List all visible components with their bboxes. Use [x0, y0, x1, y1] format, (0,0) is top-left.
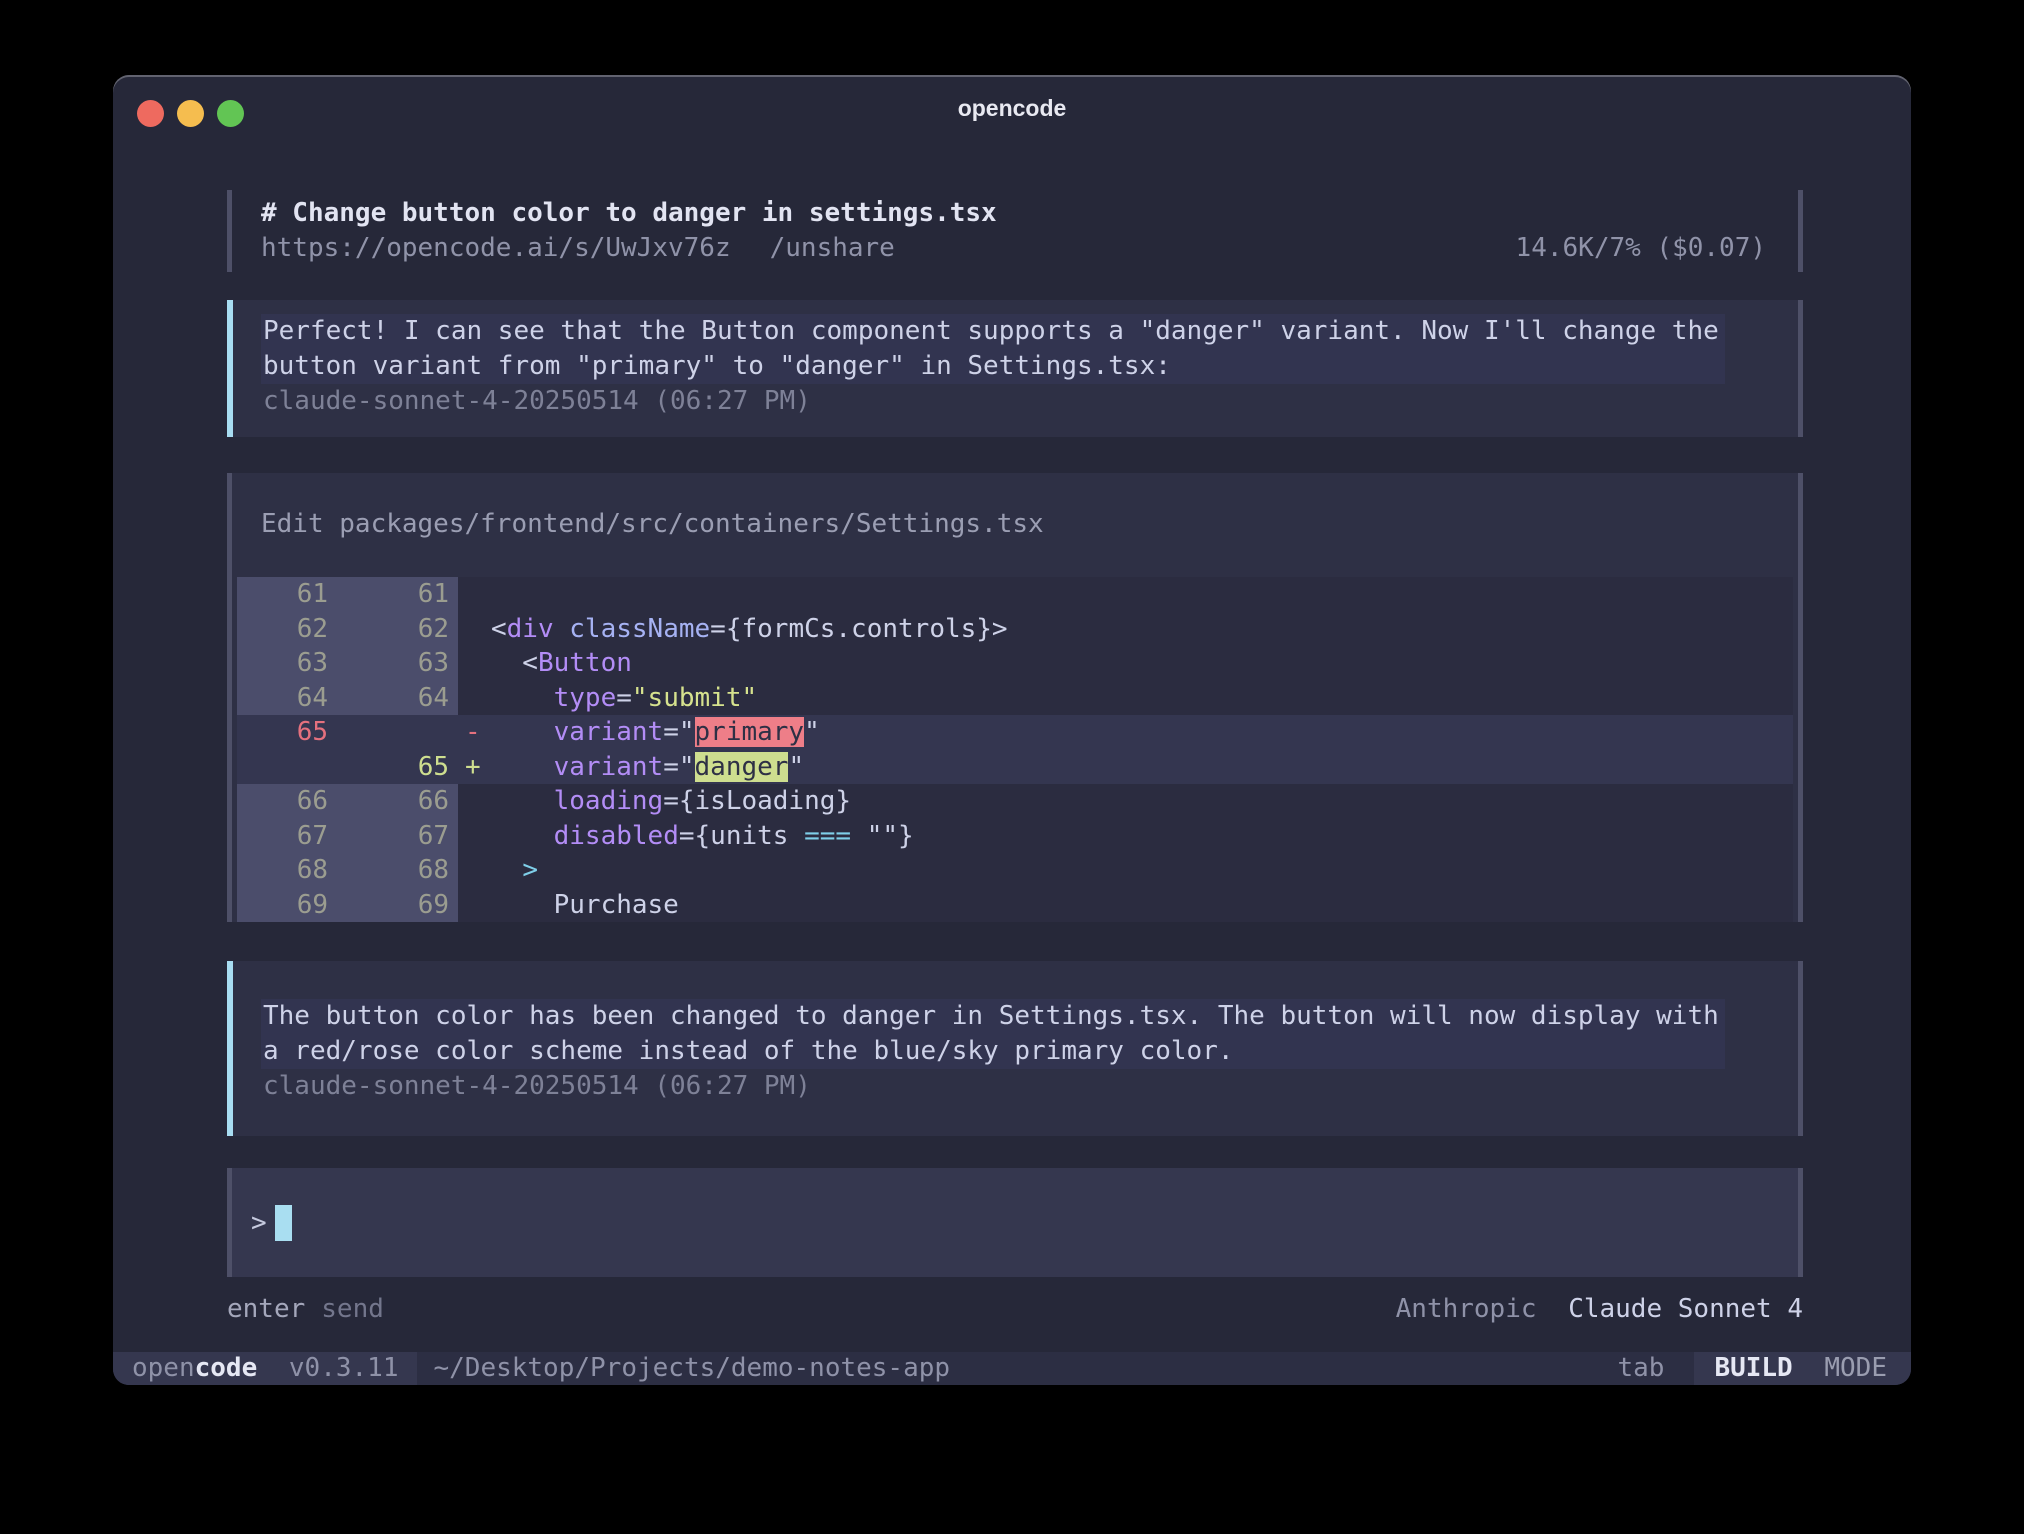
- diff-code-line: type="submit": [487, 681, 1793, 716]
- token-cost-stats: 14.6K/7% ($0.07): [1516, 231, 1798, 266]
- model-timestamp: claude-sonnet-4-20250514 (06:27 PM): [261, 1069, 1798, 1104]
- diff-row: 6767 disabled={units === ""}: [237, 819, 1793, 854]
- diff-row: 6666 loading={isLoading}: [237, 784, 1793, 819]
- diff-change-marker: [458, 784, 487, 819]
- diff-old-line-number: 67: [237, 819, 347, 854]
- session-title: # Change button color to danger in setti…: [261, 196, 1798, 231]
- message-line: The button color has been changed to dan…: [263, 999, 1719, 1034]
- diff-old-line-number: 63: [237, 646, 347, 681]
- titlebar: opencode: [113, 75, 1911, 145]
- diff-old-line-number: 64: [237, 681, 347, 716]
- message-paragraph: Perfect! I can see that the Button compo…: [261, 314, 1725, 384]
- diff-row: 6464 type="submit": [237, 681, 1793, 716]
- diff-rows: 61616262 <div className={formCs.controls}…: [237, 577, 1793, 922]
- diff-new-line-number: 64: [347, 681, 458, 716]
- diff-code-line: <Button: [487, 646, 1793, 681]
- diff-change-marker: +: [458, 750, 487, 785]
- model-label[interactable]: Claude Sonnet 4: [1568, 1294, 1803, 1324]
- diff-new-line-number: 67: [347, 819, 458, 854]
- diff-row: 6262 <div className={formCs.controls}>: [237, 612, 1793, 647]
- enter-key-hint: enter: [227, 1293, 305, 1326]
- diff-new-line-number: 65: [347, 750, 458, 785]
- diff-new-line-number: 66: [347, 784, 458, 819]
- diff-new-line-number: [347, 715, 458, 750]
- window-title: opencode: [113, 95, 1911, 122]
- app-name-code: code: [195, 1353, 258, 1383]
- diff-row: 6363 <Button: [237, 646, 1793, 681]
- diff-change-marker: [458, 819, 487, 854]
- diff-file-title: Edit packages/frontend/src/containers/Se…: [232, 473, 1798, 537]
- diff-code-line: >: [487, 853, 1793, 888]
- session-header: # Change button color to danger in setti…: [227, 190, 1803, 272]
- prompt-character: >: [251, 1208, 267, 1238]
- diff-old-line-number: 62: [237, 612, 347, 647]
- diff-row: 6868 >: [237, 853, 1793, 888]
- status-bar: opencode v0.3.11 ~/Desktop/Projects/demo…: [113, 1352, 1911, 1385]
- diff-change-marker: [458, 681, 487, 716]
- diff-code-line: Purchase: [487, 888, 1793, 923]
- send-action-hint: send: [321, 1293, 384, 1326]
- diff-code-line: [487, 577, 1793, 612]
- diff-change-marker: -: [458, 715, 487, 750]
- hint-row: enter send Anthropic Claude Sonnet 4: [227, 1293, 1803, 1326]
- diff-panel: Edit packages/frontend/src/containers/Se…: [227, 473, 1803, 922]
- diff-new-line-number: 61: [347, 577, 458, 612]
- assistant-message: Perfect! I can see that the Button compo…: [227, 300, 1803, 437]
- message-line: a red/rose color scheme instead of the b…: [263, 1034, 1719, 1069]
- share-url[interactable]: https://opencode.ai/s/UwJxv76z: [261, 231, 731, 266]
- diff-old-line-number: 65: [237, 715, 347, 750]
- diff-change-marker: [458, 646, 487, 681]
- diff-row: 6969 Purchase: [237, 888, 1793, 923]
- diff-change-marker: [458, 888, 487, 923]
- text-cursor: [275, 1205, 292, 1241]
- diff-new-line-number: 62: [347, 612, 458, 647]
- diff-code-line: variant="primary": [487, 715, 1793, 750]
- message-line: Perfect! I can see that the Button compo…: [263, 314, 1719, 349]
- diff-old-line-number: [237, 750, 347, 785]
- diff-code-line: variant="danger": [487, 750, 1793, 785]
- diff-row: 65+ variant="danger": [237, 750, 1793, 785]
- message-paragraph: The button color has been changed to dan…: [261, 999, 1725, 1069]
- model-timestamp: claude-sonnet-4-20250514 (06:27 PM): [261, 384, 1798, 419]
- diff-row: 6161: [237, 577, 1793, 612]
- diff-change-marker: [458, 577, 487, 612]
- diff-change-marker: [458, 853, 487, 888]
- provider-label: Anthropic: [1396, 1294, 1537, 1324]
- diff-new-line-number: 69: [347, 888, 458, 923]
- diff-old-line-number: 66: [237, 784, 347, 819]
- app-version: v0.3.11: [289, 1353, 399, 1383]
- opencode-window: opencode # Change button color to danger…: [113, 75, 1911, 1385]
- diff-code-line: disabled={units === ""}: [487, 819, 1793, 854]
- diff-code-line: <div className={formCs.controls}>: [487, 612, 1793, 647]
- app-name-open: open: [132, 1353, 195, 1383]
- diff-old-line-number: 61: [237, 577, 347, 612]
- diff-new-line-number: 63: [347, 646, 458, 681]
- diff-code-line: loading={isLoading}: [487, 784, 1793, 819]
- diff-old-line-number: 68: [237, 853, 347, 888]
- mode-name: BUILD: [1714, 1353, 1792, 1383]
- diff-new-line-number: 68: [347, 853, 458, 888]
- prompt-input[interactable]: >: [227, 1168, 1803, 1277]
- build-mode-badge[interactable]: BUILD MODE: [1694, 1352, 1911, 1385]
- project-path: ~/Desktop/Projects/demo-notes-app: [433, 1352, 950, 1385]
- app-version-badge: opencode v0.3.11: [113, 1352, 417, 1385]
- diff-row: 65 - variant="primary": [237, 715, 1793, 750]
- tab-key-hint[interactable]: tab: [1617, 1352, 1664, 1385]
- mode-suffix: MODE: [1824, 1353, 1887, 1383]
- unshare-command[interactable]: /unshare: [770, 231, 895, 266]
- assistant-message: The button color has been changed to dan…: [227, 961, 1803, 1136]
- diff-old-line-number: 69: [237, 888, 347, 923]
- message-line: button variant from "primary" to "danger…: [263, 349, 1719, 384]
- diff-change-marker: [458, 612, 487, 647]
